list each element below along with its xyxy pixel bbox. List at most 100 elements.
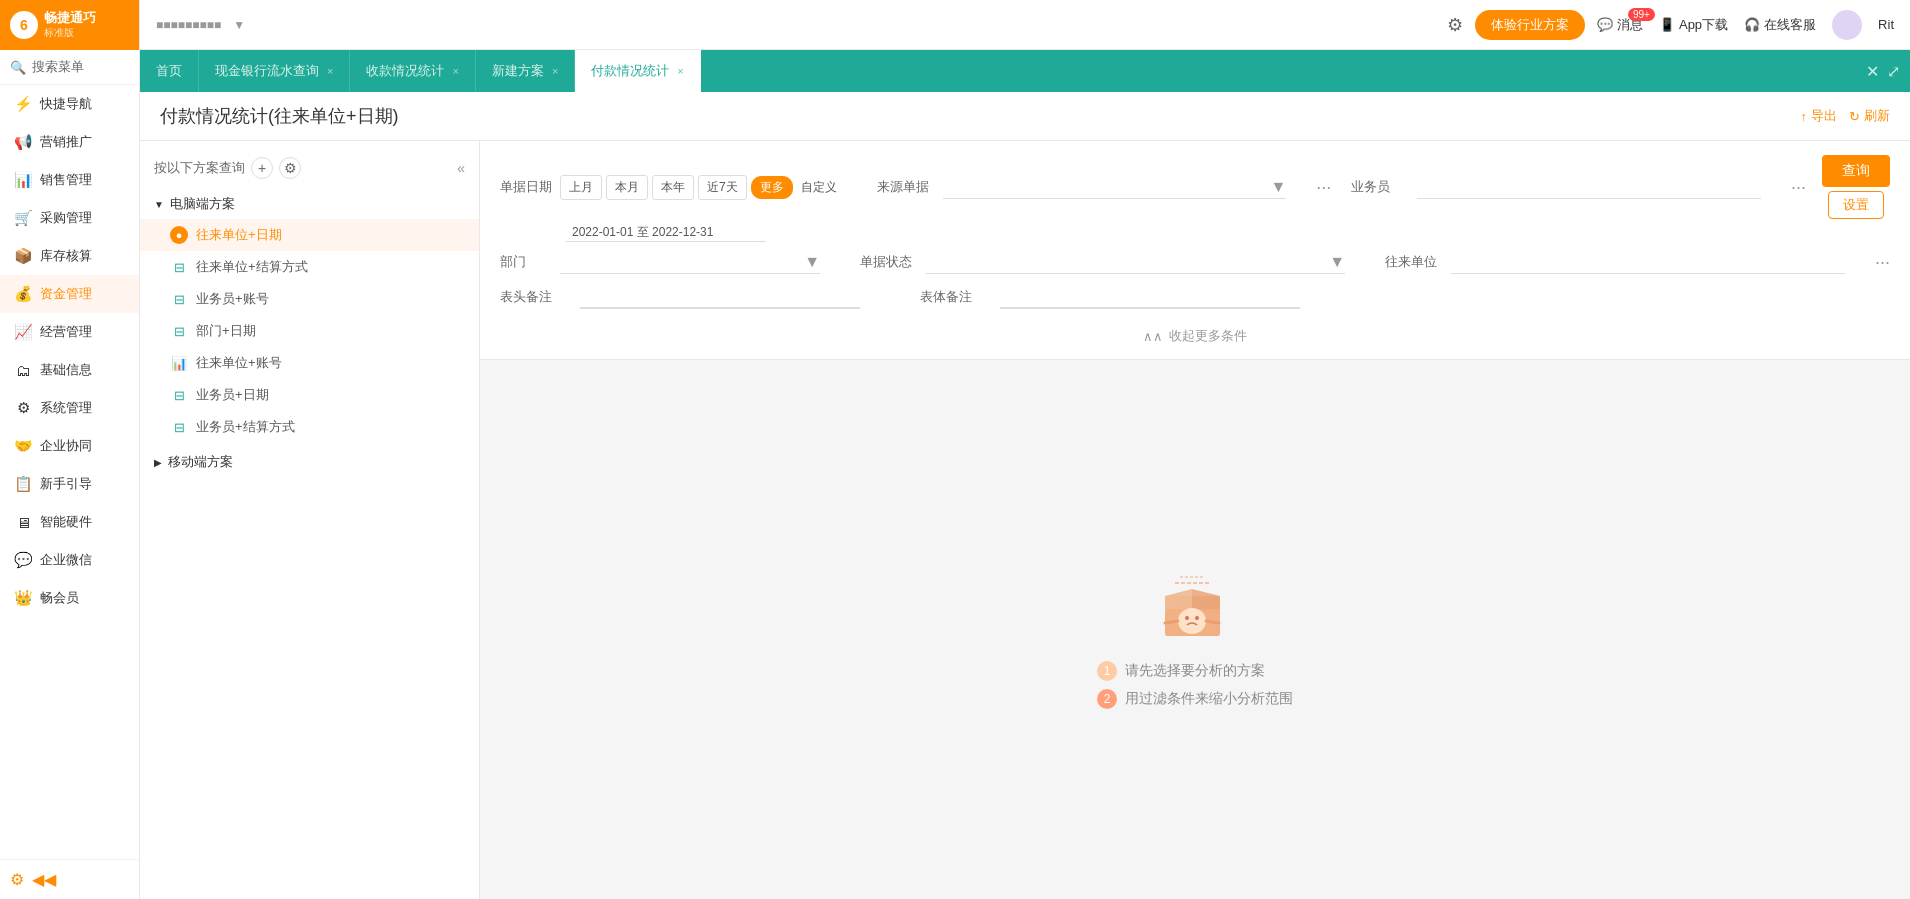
topbar-service[interactable]: 🎧 在线客服 bbox=[1744, 16, 1816, 34]
filter-settings-btn[interactable]: 设置 bbox=[1828, 191, 1884, 219]
tab-new-plan[interactable]: 新建方案 × bbox=[476, 50, 575, 92]
sidebar-item-purchase[interactable]: 🛒 采购管理 bbox=[0, 199, 139, 237]
source-doc-select[interactable]: ▼ bbox=[943, 175, 1287, 199]
sidebar-item-enterprise[interactable]: 🤝 企业协同 bbox=[0, 427, 139, 465]
sidebar-item-inventory[interactable]: 📦 库存核算 bbox=[0, 237, 139, 275]
empty-illustration bbox=[1145, 551, 1245, 651]
plan-item-partner-date[interactable]: ● 往来单位+日期 bbox=[140, 219, 479, 251]
sidebar-item-sales[interactable]: 📊 销售管理 bbox=[0, 161, 139, 199]
settings-bottom-icon[interactable]: ⚙ bbox=[10, 870, 24, 889]
collapse-sidebar-icon[interactable]: ◀◀ bbox=[32, 870, 56, 889]
tab-home[interactable]: 首页 bbox=[140, 50, 199, 92]
plan-item-partner-settlement[interactable]: ⊟ 往来单位+结算方式 bbox=[140, 251, 479, 283]
sales-icon: 📊 bbox=[14, 171, 32, 189]
salesman-dots[interactable]: ··· bbox=[1791, 177, 1806, 198]
dept-arrow[interactable]: ▼ bbox=[804, 253, 820, 271]
export-btn[interactable]: ↑ 导出 bbox=[1801, 107, 1838, 125]
sidebar-item-basic[interactable]: 🗂 基础信息 bbox=[0, 351, 139, 389]
plan-item-label: 部门+日期 bbox=[196, 322, 256, 340]
sidebar-item-guide[interactable]: 📋 新手引导 bbox=[0, 465, 139, 503]
dept-input[interactable] bbox=[560, 250, 804, 273]
tab-home-label: 首页 bbox=[156, 62, 182, 80]
date-range-input[interactable] bbox=[566, 223, 766, 242]
sidebar-item-label: 智能硬件 bbox=[40, 513, 92, 531]
basic-icon: 🗂 bbox=[14, 361, 32, 379]
empty-tip-2: 2 用过滤条件来缩小分析范围 bbox=[1097, 689, 1293, 709]
svg-line-7 bbox=[1165, 621, 1178, 623]
date-7days-btn[interactable]: 近7天 bbox=[698, 175, 747, 200]
empty-tip-1: 1 请先选择要分析的方案 bbox=[1097, 661, 1293, 681]
page-header-actions: ↑ 导出 ↻ 刷新 bbox=[1801, 107, 1891, 125]
salesman-input[interactable] bbox=[1417, 175, 1761, 198]
salesman-select[interactable] bbox=[1417, 175, 1761, 199]
source-doc-arrow[interactable]: ▼ bbox=[1270, 178, 1286, 196]
tab-receivable-close[interactable]: × bbox=[452, 65, 458, 77]
plan-item-table-icon: ⊟ bbox=[170, 386, 188, 404]
plan-group-desktop-title[interactable]: ▼ 电脑端方案 bbox=[140, 189, 479, 219]
source-doc-input[interactable] bbox=[943, 175, 1271, 198]
doc-status-input[interactable] bbox=[926, 250, 1329, 273]
topbar-dropdown-arrow[interactable]: ▼ bbox=[233, 18, 245, 32]
sidebar-item-system[interactable]: ⚙ 系统管理 bbox=[0, 389, 139, 427]
sidebar-item-quick-nav[interactable]: ⚡ 快捷导航 bbox=[0, 85, 139, 123]
date-more-btn[interactable]: 更多 bbox=[751, 176, 793, 199]
service-icon: 🎧 bbox=[1744, 17, 1760, 32]
trial-btn[interactable]: 体验行业方案 bbox=[1475, 10, 1585, 40]
refresh-btn[interactable]: ↻ 刷新 bbox=[1849, 107, 1890, 125]
sidebar-item-label: 采购管理 bbox=[40, 209, 92, 227]
plan-settings-btn[interactable]: ⚙ bbox=[279, 157, 301, 179]
breadcrumb: ■■■■■■■■■ bbox=[156, 18, 221, 32]
sidebar-item-marketing[interactable]: 📢 营销推广 bbox=[0, 123, 139, 161]
date-this-month-btn[interactable]: 本月 bbox=[606, 175, 648, 200]
sidebar-item-member[interactable]: 👑 畅会员 bbox=[0, 579, 139, 617]
date-last-month-btn[interactable]: 上月 bbox=[560, 175, 602, 200]
doc-status-arrow[interactable]: ▼ bbox=[1329, 253, 1345, 271]
sidebar-item-finance[interactable]: 💰 资金管理 bbox=[0, 275, 139, 313]
plan-group-mobile-title[interactable]: ▶ 移动端方案 bbox=[140, 447, 479, 477]
app-label: App下载 bbox=[1679, 16, 1728, 34]
add-plan-btn[interactable]: + bbox=[251, 157, 273, 179]
tab-receivable[interactable]: 收款情况统计 × bbox=[350, 50, 475, 92]
source-doc-dots[interactable]: ··· bbox=[1316, 177, 1331, 198]
partner-select[interactable] bbox=[1451, 250, 1845, 274]
topbar-right: 💬 消息 99+ 📱 App下载 🎧 在线客服 Rit bbox=[1597, 10, 1894, 40]
doc-status-select[interactable]: ▼ bbox=[926, 250, 1345, 274]
topbar-msg[interactable]: 💬 消息 99+ bbox=[1597, 16, 1643, 34]
tabbar: 首页 现金银行流水查询 × 收款情况统计 × 新建方案 × 付款情况统计 × ✕… bbox=[140, 50, 1910, 92]
plan-item-table-icon: ⊟ bbox=[170, 290, 188, 308]
tabbar-close-btn[interactable]: ✕ bbox=[1866, 62, 1879, 81]
date-this-year-btn[interactable]: 本年 bbox=[652, 175, 694, 200]
plan-item-salesman-account[interactable]: ⊟ 业务员+账号 bbox=[140, 283, 479, 315]
body-note-input-wrap bbox=[1000, 284, 1300, 309]
plan-group-mobile: ▶ 移动端方案 bbox=[140, 447, 479, 477]
topbar-app-download[interactable]: 📱 App下载 bbox=[1659, 16, 1728, 34]
sidebar-item-wechat[interactable]: 💬 企业微信 bbox=[0, 541, 139, 579]
inventory-icon: 📦 bbox=[14, 247, 32, 265]
header-note-input[interactable] bbox=[580, 284, 860, 308]
plan-item-partner-account[interactable]: 📊 往来单位+账号 bbox=[140, 347, 479, 379]
dept-select[interactable]: ▼ bbox=[560, 250, 820, 274]
topbar-settings-icon[interactable]: ⚙ bbox=[1447, 14, 1463, 36]
plan-item-salesman-date[interactable]: ⊟ 业务员+日期 bbox=[140, 379, 479, 411]
partner-input[interactable] bbox=[1451, 250, 1845, 273]
sidebar-search[interactable]: 🔍 搜索菜单 bbox=[0, 50, 139, 85]
partner-dots[interactable]: ··· bbox=[1875, 252, 1890, 273]
avatar[interactable] bbox=[1832, 10, 1862, 40]
plan-item-salesman-settlement[interactable]: ⊟ 业务员+结算方式 bbox=[140, 411, 479, 443]
collapse-conditions-btn[interactable]: ∧∧ 收起更多条件 bbox=[500, 319, 1890, 345]
tab-payment-stat[interactable]: 付款情况统计 × bbox=[575, 50, 700, 92]
tab-cash-flow-close[interactable]: × bbox=[327, 65, 333, 77]
plan-item-dept-date[interactable]: ⊟ 部门+日期 bbox=[140, 315, 479, 347]
sidebar-item-hardware[interactable]: 🖥 智能硬件 bbox=[0, 503, 139, 541]
tab-new-plan-label: 新建方案 bbox=[492, 62, 544, 80]
tabbar-expand-btn[interactable]: ⤢ bbox=[1887, 62, 1900, 81]
tab-new-plan-close[interactable]: × bbox=[552, 65, 558, 77]
query-btn[interactable]: 查询 bbox=[1822, 155, 1890, 187]
tab-cash-flow[interactable]: 现金银行流水查询 × bbox=[199, 50, 350, 92]
tabbar-actions: ✕ ⤢ bbox=[1856, 50, 1910, 92]
sidebar-item-operation[interactable]: 📈 经营管理 bbox=[0, 313, 139, 351]
tab-receivable-label: 收款情况统计 bbox=[366, 62, 444, 80]
body-note-input[interactable] bbox=[1000, 284, 1300, 308]
tab-payment-stat-close[interactable]: × bbox=[677, 65, 683, 77]
collapse-panel-btn[interactable]: « bbox=[457, 160, 465, 176]
